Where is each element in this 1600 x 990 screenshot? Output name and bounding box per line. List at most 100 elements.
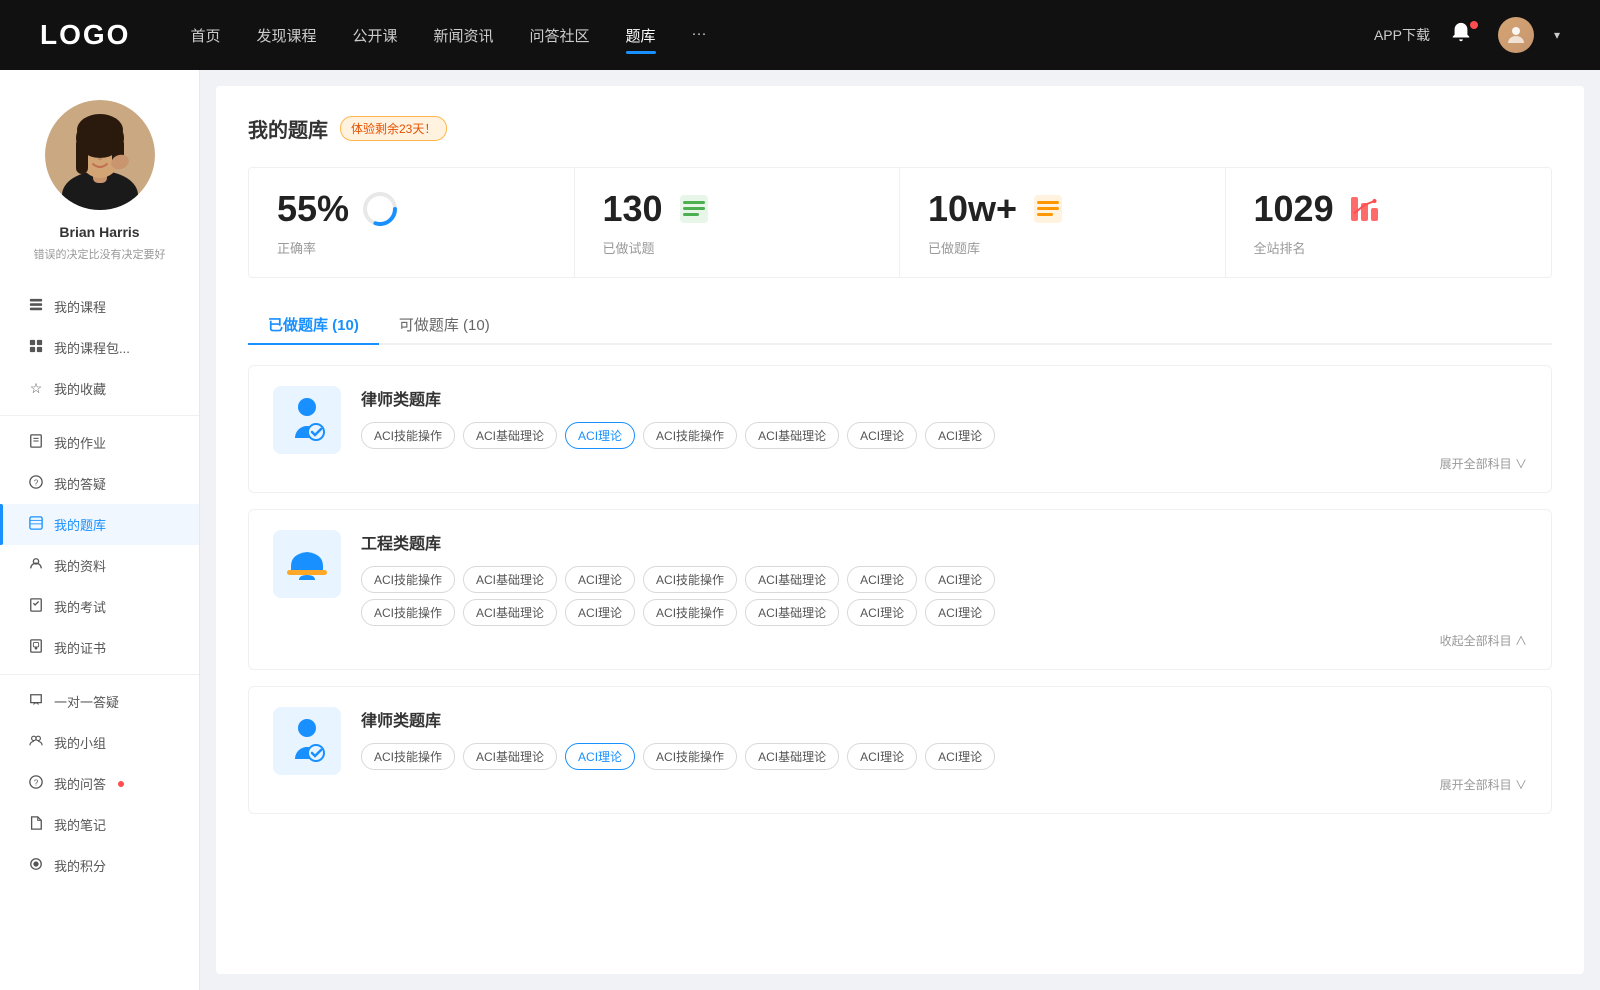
expand-btn-lawyer-1[interactable]: 展开全部科目 ∨ xyxy=(1440,455,1527,472)
homework-icon xyxy=(28,434,44,451)
sidebar-item-questions-label: 我的答疑 xyxy=(54,474,106,493)
notes-icon xyxy=(28,816,44,833)
sidebar-divider-2 xyxy=(0,674,199,675)
tag[interactable]: ACI技能操作 xyxy=(643,422,737,449)
bell-notification-dot xyxy=(1470,21,1478,29)
nav-link-more[interactable]: ··· xyxy=(692,21,707,50)
sidebar-item-group-label: 我的小组 xyxy=(54,733,106,752)
qbank-footer-engineering: 收起全部科目 ∧ xyxy=(361,632,1527,649)
tag[interactable]: ACI基础理论 xyxy=(463,599,557,626)
trial-badge: 体验剩余23天！ xyxy=(340,116,447,141)
sidebar-item-notes[interactable]: 我的笔记 xyxy=(0,804,199,845)
sidebar-item-certificate[interactable]: 我的证书 xyxy=(0,627,199,668)
qbank-tags-lawyer-1: ACI技能操作 ACI基础理论 ACI理论 ACI技能操作 ACI基础理论 AC… xyxy=(361,422,1527,449)
nav-link-discover[interactable]: 发现课程 xyxy=(256,21,316,50)
tag[interactable]: ACI技能操作 xyxy=(361,566,455,593)
tag[interactable]: ACI理论 xyxy=(925,422,995,449)
sidebar-item-favorites[interactable]: ☆ 我的收藏 xyxy=(0,368,199,409)
qbank-footer-lawyer-1: 展开全部科目 ∨ xyxy=(361,455,1527,472)
sidebar-username: Brian Harris xyxy=(59,224,139,240)
sidebar-item-points[interactable]: 我的积分 xyxy=(0,845,199,886)
nav-avatar[interactable] xyxy=(1498,17,1534,53)
qbank-content-lawyer-2: 律师类题库 ACI技能操作 ACI基础理论 ACI理论 ACI技能操作 ACI基… xyxy=(361,707,1527,793)
stat-done-banks-label: 已做题库 xyxy=(928,238,1197,257)
tag[interactable]: ACI理论 xyxy=(565,566,635,593)
tag[interactable]: ACI技能操作 xyxy=(361,743,455,770)
nav-user-chevron[interactable]: ▾ xyxy=(1554,28,1560,42)
tag[interactable]: ACI理论 xyxy=(925,599,995,626)
sidebar-item-exam[interactable]: 我的考试 xyxy=(0,586,199,627)
expand-btn-lawyer-2[interactable]: 展开全部科目 ∨ xyxy=(1440,776,1527,793)
sidebar-item-exam-label: 我的考试 xyxy=(54,597,106,616)
tag[interactable]: ACI理论 xyxy=(847,599,917,626)
tag[interactable]: ACI理论 xyxy=(565,422,635,449)
nav-links: 首页 发现课程 公开课 新闻资讯 问答社区 题库 ··· xyxy=(190,21,1374,50)
tab-available[interactable]: 可做题库 (10) xyxy=(379,306,510,345)
sidebar-item-1on1[interactable]: 一对一答疑 xyxy=(0,681,199,722)
svg-text:?: ? xyxy=(34,479,39,488)
tag[interactable]: ACI理论 xyxy=(565,599,635,626)
my-qa-icon: ? xyxy=(28,775,44,792)
tag[interactable]: ACI技能操作 xyxy=(361,422,455,449)
tag[interactable]: ACI基础理论 xyxy=(745,422,839,449)
tag[interactable]: ACI基础理论 xyxy=(745,743,839,770)
sidebar-item-my-course[interactable]: 我的课程 xyxy=(0,286,199,327)
tag[interactable]: ACI理论 xyxy=(847,566,917,593)
stat-rank-top: 1029 xyxy=(1254,188,1524,230)
collapse-btn-engineering[interactable]: 收起全部科目 ∧ xyxy=(1440,632,1527,649)
sidebar-item-questions[interactable]: ? 我的答疑 xyxy=(0,463,199,504)
stat-rank-value: 1029 xyxy=(1254,188,1334,230)
nav-link-news[interactable]: 新闻资讯 xyxy=(434,21,494,50)
stat-rank: 1029 全站排名 xyxy=(1226,168,1552,277)
sidebar-item-my-qa[interactable]: ? 我的问答 xyxy=(0,763,199,804)
tag[interactable]: ACI理论 xyxy=(847,743,917,770)
stat-accuracy-top: 55% xyxy=(277,188,546,230)
sidebar-item-qbank-label: 我的题库 xyxy=(54,515,106,534)
qbank-title-lawyer-2: 律师类题库 xyxy=(361,707,1527,731)
tag[interactable]: ACI基础理论 xyxy=(463,566,557,593)
sidebar-menu: 我的课程 我的课程包... ☆ 我的收藏 我的作业 ? xyxy=(0,286,199,886)
sidebar-item-group[interactable]: 我的小组 xyxy=(0,722,199,763)
qa-notification-dot xyxy=(118,781,124,787)
course-icon xyxy=(28,298,44,315)
qbank-content-lawyer-1: 律师类题库 ACI技能操作 ACI基础理论 ACI理论 ACI技能操作 ACI基… xyxy=(361,386,1527,472)
sidebar-item-qbank[interactable]: 我的题库 xyxy=(0,504,199,545)
nav-right: APP下载 ▾ xyxy=(1374,17,1560,53)
sidebar-item-my-qa-label: 我的问答 xyxy=(54,774,106,793)
tag[interactable]: ACI技能操作 xyxy=(361,599,455,626)
nav-bell[interactable] xyxy=(1450,21,1478,49)
tab-done[interactable]: 已做题库 (10) xyxy=(248,306,379,345)
nav-link-qbank[interactable]: 题库 xyxy=(626,21,656,50)
nav-app-download[interactable]: APP下载 xyxy=(1374,25,1430,45)
sidebar-item-course-package[interactable]: 我的课程包... xyxy=(0,327,199,368)
sidebar-avatar xyxy=(45,100,155,210)
page-header: 我的题库 体验剩余23天！ xyxy=(248,114,1552,143)
tag[interactable]: ACI基础理论 xyxy=(745,566,839,593)
tag[interactable]: ACI理论 xyxy=(565,743,635,770)
question-icon: ? xyxy=(28,475,44,492)
nav-link-qa[interactable]: 问答社区 xyxy=(530,21,590,50)
tag[interactable]: ACI技能操作 xyxy=(643,599,737,626)
nav-link-open[interactable]: 公开课 xyxy=(352,21,397,50)
group-icon xyxy=(28,734,44,751)
page-title: 我的题库 xyxy=(248,114,328,143)
tag[interactable]: ACI理论 xyxy=(925,566,995,593)
nav-link-home[interactable]: 首页 xyxy=(190,21,220,50)
tag[interactable]: ACI技能操作 xyxy=(643,566,737,593)
qbank-tags-lawyer-2: ACI技能操作 ACI基础理论 ACI理论 ACI技能操作 ACI基础理论 AC… xyxy=(361,743,1527,770)
message-icon xyxy=(28,693,44,710)
tag[interactable]: ACI基础理论 xyxy=(463,422,557,449)
tag[interactable]: ACI技能操作 xyxy=(643,743,737,770)
tag[interactable]: ACI理论 xyxy=(925,743,995,770)
sidebar-item-homework[interactable]: 我的作业 xyxy=(0,422,199,463)
tag[interactable]: ACI基础理论 xyxy=(463,743,557,770)
qbank-list: 律师类题库 ACI技能操作 ACI基础理论 ACI理论 ACI技能操作 ACI基… xyxy=(248,365,1552,830)
sidebar-item-points-label: 我的积分 xyxy=(54,856,106,875)
stat-accuracy-label: 正确率 xyxy=(277,238,546,257)
qbank-footer-lawyer-2: 展开全部科目 ∨ xyxy=(361,776,1527,793)
tag[interactable]: ACI理论 xyxy=(847,422,917,449)
sidebar-item-profile[interactable]: 我的资料 xyxy=(0,545,199,586)
sidebar-item-notes-label: 我的笔记 xyxy=(54,815,106,834)
tag[interactable]: ACI基础理论 xyxy=(745,599,839,626)
lawyer-svg-2 xyxy=(281,715,333,767)
